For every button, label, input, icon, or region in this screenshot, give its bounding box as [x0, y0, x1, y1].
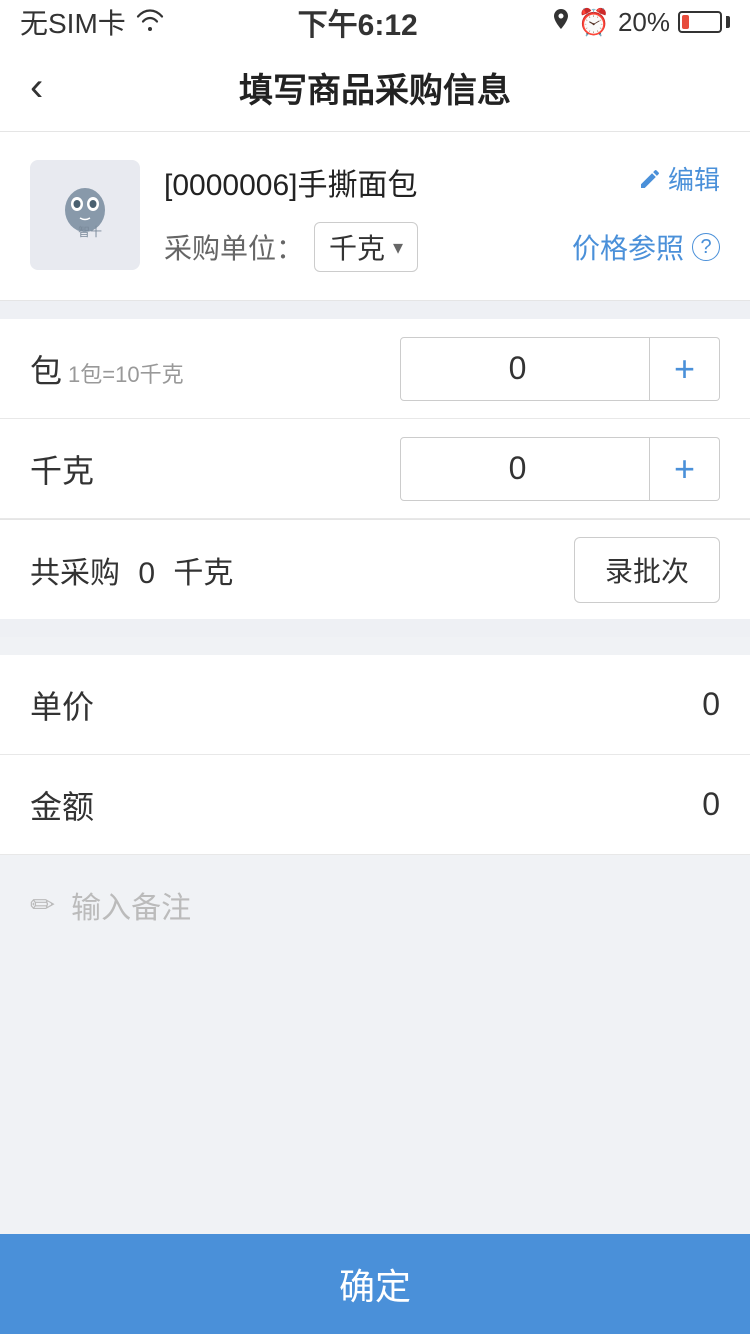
battery-icon	[678, 11, 730, 33]
product-name-row: [0000006]手撕面包 编辑	[164, 160, 720, 204]
batch-button[interactable]: 录批次	[574, 537, 720, 603]
price-ref-button[interactable]: 价格参照 ?	[572, 227, 720, 267]
unit-price-row: 单价 0	[0, 655, 750, 755]
location-icon	[552, 7, 570, 38]
summary-text: 共采购 0 千克	[30, 548, 233, 592]
main-content: 智十 [0000006]手撕面包 编辑 采购单位： 千克 ▾	[0, 132, 750, 1255]
bag-input-control: +	[400, 337, 720, 401]
status-right: ⏰ 20%	[552, 7, 730, 38]
bag-input[interactable]	[400, 337, 650, 401]
section-divider-1	[0, 301, 750, 319]
wifi-icon	[136, 6, 164, 38]
remark-section: ✏ 输入备注	[0, 855, 750, 1155]
kg-input[interactable]	[400, 437, 650, 501]
status-left: 无SIM卡	[20, 2, 164, 42]
bag-label: 包	[30, 346, 62, 392]
unit-value: 千克	[329, 227, 385, 267]
kg-label: 千克	[30, 446, 94, 492]
bag-plus-button[interactable]: +	[650, 337, 720, 401]
unit-price-value: 0	[702, 686, 720, 723]
alarm-icon: ⏰	[578, 7, 610, 38]
amount-row: 金额 0	[0, 755, 750, 855]
price-ref-help-icon: ?	[692, 233, 720, 261]
status-time: 下午6:12	[298, 0, 418, 44]
carrier-label: 无SIM卡	[20, 2, 126, 42]
back-button[interactable]: ‹	[30, 65, 43, 110]
section-divider-2	[0, 619, 750, 637]
product-card: 智十 [0000006]手撕面包 编辑 采购单位： 千克 ▾	[0, 132, 750, 301]
pencil-icon: ✏	[30, 888, 55, 923]
kg-input-row: 千克 +	[0, 419, 750, 519]
dropdown-icon: ▾	[393, 235, 403, 260]
bag-hint: 1包=10千克	[68, 357, 184, 389]
quantity-input-section: 包 1包=10千克 + 千克 + 共采购 0 千克 录批次	[0, 319, 750, 619]
summary-quantity: 0	[138, 557, 155, 590]
kg-input-control: +	[400, 437, 720, 501]
svg-text:智十: 智十	[78, 224, 102, 239]
product-thumb-icon: 智十	[50, 174, 120, 256]
kg-plus-button[interactable]: +	[650, 437, 720, 501]
page-title: 填写商品采购信息	[239, 63, 511, 112]
price-ref-label: 价格参照	[572, 227, 684, 267]
confirm-button[interactable]: 确定	[0, 1234, 750, 1334]
product-thumbnail: 智十	[30, 160, 140, 270]
unit-select[interactable]: 千克 ▾	[314, 222, 418, 272]
product-full-name: [0000006]手撕面包	[164, 160, 417, 204]
status-bar: 无SIM卡 下午6:12 ⏰ 20%	[0, 0, 750, 44]
product-info: [0000006]手撕面包 编辑 采购单位： 千克 ▾ 价格参照 ?	[164, 160, 720, 272]
nav-bar: ‹ 填写商品采购信息	[0, 44, 750, 132]
pricing-section: 单价 0 金额 0	[0, 655, 750, 855]
summary-unit: 千克	[173, 557, 233, 590]
amount-label: 金额	[30, 782, 94, 828]
edit-button[interactable]: 编辑	[638, 160, 720, 197]
purchase-unit-label: 采购单位：	[164, 227, 304, 267]
battery-pct: 20%	[618, 7, 670, 38]
unit-price-label: 单价	[30, 682, 94, 728]
remark-input-row[interactable]: ✏ 输入备注	[30, 883, 720, 927]
remark-placeholder[interactable]: 输入备注	[71, 883, 191, 927]
summary-row: 共采购 0 千克 录批次	[0, 519, 750, 619]
amount-value: 0	[702, 786, 720, 823]
summary-label: 共采购	[30, 557, 120, 590]
purchase-unit-row: 采购单位： 千克 ▾ 价格参照 ?	[164, 222, 720, 272]
edit-label: 编辑	[668, 160, 720, 197]
bag-input-row: 包 1包=10千克 +	[0, 319, 750, 419]
